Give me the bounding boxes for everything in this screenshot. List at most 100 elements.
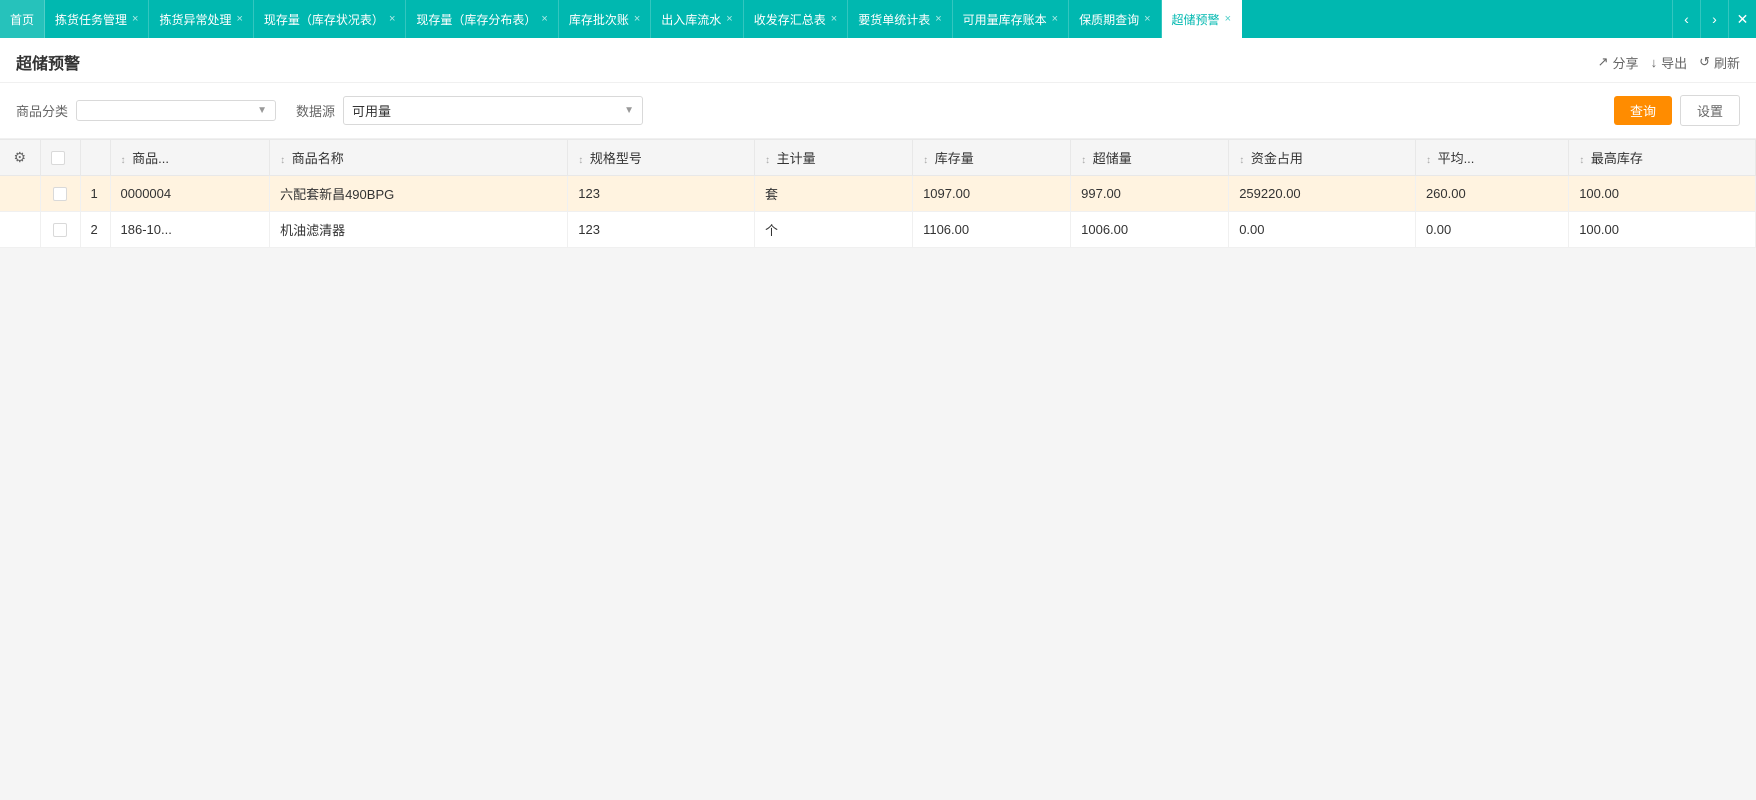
nav-tab-abnormal[interactable]: 拣货异常处理×	[149, 0, 253, 38]
col-capital-label: 资金占用	[1251, 151, 1303, 166]
filter-actions: 查询 设置	[1614, 95, 1740, 126]
col-checkbox	[40, 140, 80, 176]
nav-tab-order-stat[interactable]: 要货单统计表×	[848, 0, 952, 38]
refresh-icon: ↺	[1699, 54, 1710, 70]
col-settings[interactable]: ⚙	[0, 140, 40, 176]
cell-overstock: 997.00	[1071, 176, 1229, 212]
datasource-label: 数据源	[296, 101, 335, 120]
nav-tab-in-out-flow[interactable]: 出入库流水×	[651, 0, 743, 38]
row-checkbox[interactable]	[53, 223, 67, 237]
filter-bar: 商品分类 ▼ 数据源 可用量 ▼ 查询 设置	[0, 83, 1756, 139]
close-tab-icon[interactable]: ×	[1052, 13, 1058, 25]
col-max-stock-label: 最高库存	[1591, 151, 1643, 166]
nav-tab-batch-account[interactable]: 库存批次账×	[559, 0, 651, 38]
col-capital[interactable]: ↕ 资金占用	[1229, 140, 1416, 176]
nav-tab-quality-check[interactable]: 保质期查询×	[1069, 0, 1161, 38]
sort-icon-capital: ↕	[1239, 155, 1244, 166]
header-actions: ↗ 分享 ↓ 导出 ↺ 刷新	[1598, 53, 1740, 72]
export-button[interactable]: ↓ 导出	[1651, 53, 1688, 72]
nav-tab-inventory-status[interactable]: 现存量（库存状况表）×	[254, 0, 406, 38]
table-row: 10000004六配套新昌490BPG123套1097.00997.002592…	[0, 176, 1756, 212]
cell-index: 2	[80, 212, 110, 248]
sort-icon-spec: ↕	[578, 155, 583, 166]
table-header-row: ⚙ ↕ 商品... ↕ 商品名称 ↕	[0, 140, 1756, 176]
sort-icon-max: ↕	[1579, 155, 1584, 166]
col-product-name[interactable]: ↕ 商品名称	[270, 140, 568, 176]
close-tab-icon[interactable]: ×	[726, 13, 732, 25]
nav-tab-collect-summary[interactable]: 收发存汇总表×	[744, 0, 848, 38]
cell-settings	[0, 212, 40, 248]
cell-avg: 260.00	[1415, 176, 1568, 212]
cell-settings	[0, 176, 40, 212]
nav-tab-overstock-warning[interactable]: 超储预警×	[1162, 0, 1242, 38]
col-overstock-label: 超储量	[1093, 151, 1132, 166]
row-checkbox[interactable]	[53, 187, 67, 201]
nav-arrow-close[interactable]: ✕	[1728, 0, 1756, 38]
col-spec[interactable]: ↕ 规格型号	[568, 140, 755, 176]
col-stock-label: 库存量	[935, 151, 974, 166]
share-button[interactable]: ↗ 分享	[1598, 53, 1639, 72]
close-tab-icon[interactable]: ×	[132, 13, 138, 25]
sort-icon-unit: ↕	[765, 155, 770, 166]
cell-avg: 0.00	[1415, 212, 1568, 248]
col-max-stock[interactable]: ↕ 最高库存	[1569, 140, 1756, 176]
cell-capital: 0.00	[1229, 212, 1416, 248]
share-icon: ↗	[1598, 54, 1609, 70]
refresh-button[interactable]: ↺ 刷新	[1699, 53, 1740, 72]
sort-icon: ↕	[121, 155, 126, 166]
close-tab-icon[interactable]: ×	[541, 13, 547, 25]
col-product-name-label: 商品名称	[292, 151, 344, 166]
overstock-table: ⚙ ↕ 商品... ↕ 商品名称 ↕	[0, 139, 1756, 248]
top-navigation: 首页拣货任务管理×拣货异常处理×现存量（库存状况表）×现存量（库存分布表）×库存…	[0, 0, 1756, 38]
col-index	[80, 140, 110, 176]
col-unit[interactable]: ↕ 主计量	[755, 140, 913, 176]
category-chevron-icon: ▼	[257, 105, 267, 116]
export-icon: ↓	[1651, 55, 1658, 70]
col-product-code[interactable]: ↕ 商品...	[110, 140, 270, 176]
col-avg-label: 平均...	[1438, 151, 1475, 166]
cell-spec: 123	[568, 176, 755, 212]
cell-product-code: 0000004	[110, 176, 270, 212]
page-header: 超储预警 ↗ 分享 ↓ 导出 ↺ 刷新	[0, 38, 1756, 83]
datasource-select-value: 可用量	[352, 101, 391, 120]
datasource-select[interactable]: 可用量 ▼	[343, 96, 643, 125]
nav-tab-available-account[interactable]: 可用量库存账本×	[953, 0, 1069, 38]
close-tab-icon[interactable]: ×	[935, 13, 941, 25]
datasource-filter: 数据源 可用量 ▼	[296, 96, 643, 125]
col-product-code-label: 商品...	[132, 151, 169, 166]
nav-tab-home[interactable]: 首页	[0, 0, 45, 38]
query-button[interactable]: 查询	[1614, 96, 1672, 125]
nav-arrow-left[interactable]: ‹	[1672, 0, 1700, 38]
cell-checkbox	[40, 212, 80, 248]
close-tab-icon[interactable]: ×	[389, 13, 395, 25]
cell-unit: 个	[755, 212, 913, 248]
table-row: 2186-10...机油滤清器123个1106.001006.000.000.0…	[0, 212, 1756, 248]
cell-spec: 123	[568, 212, 755, 248]
close-tab-icon[interactable]: ×	[1225, 13, 1231, 25]
close-tab-icon[interactable]: ×	[1144, 13, 1150, 25]
nav-tab-inventory-dist[interactable]: 现存量（库存分布表）×	[406, 0, 558, 38]
cell-unit: 套	[755, 176, 913, 212]
close-tab-icon[interactable]: ×	[634, 13, 640, 25]
col-stock[interactable]: ↕ 库存量	[913, 140, 1071, 176]
sort-icon-avg: ↕	[1426, 155, 1431, 166]
cell-capital: 259220.00	[1229, 176, 1416, 212]
close-tab-icon[interactable]: ×	[236, 13, 242, 25]
header-checkbox[interactable]	[51, 151, 65, 165]
nav-arrows: ‹ › ✕	[1672, 0, 1756, 38]
col-avg[interactable]: ↕ 平均...	[1415, 140, 1568, 176]
sort-icon-name: ↕	[280, 155, 285, 166]
nav-arrow-right[interactable]: ›	[1700, 0, 1728, 38]
gear-icon[interactable]: ⚙	[13, 149, 26, 165]
nav-tab-task-mgmt[interactable]: 拣货任务管理×	[45, 0, 149, 38]
sort-icon-stock: ↕	[923, 155, 928, 166]
category-label: 商品分类	[16, 101, 68, 120]
cell-index: 1	[80, 176, 110, 212]
col-spec-label: 规格型号	[590, 151, 642, 166]
cell-product-name: 六配套新昌490BPG	[270, 176, 568, 212]
col-overstock[interactable]: ↕ 超储量	[1071, 140, 1229, 176]
close-tab-icon[interactable]: ×	[831, 13, 837, 25]
settings-button[interactable]: 设置	[1680, 95, 1740, 126]
cell-max-stock: 100.00	[1569, 212, 1756, 248]
category-select[interactable]: ▼	[76, 100, 276, 121]
